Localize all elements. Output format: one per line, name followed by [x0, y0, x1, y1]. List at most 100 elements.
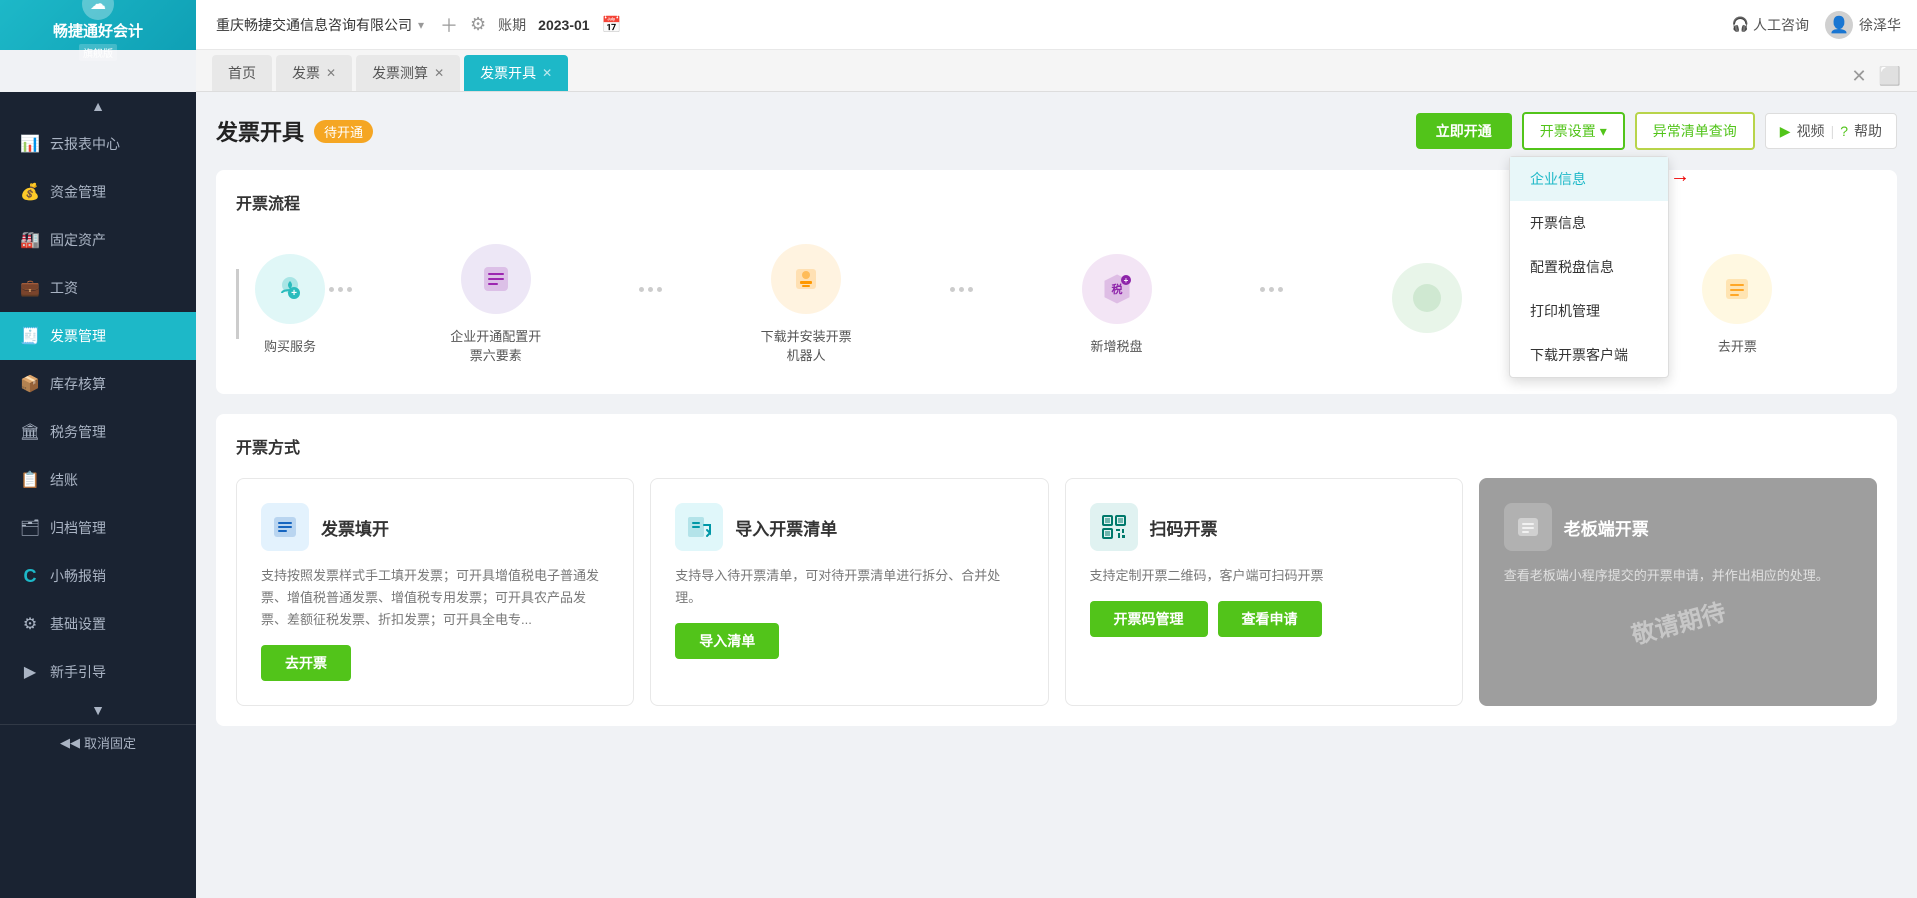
shuiwu-icon: 🏛 — [20, 422, 40, 442]
method-boss-title: 老板端开票 — [1564, 515, 1649, 540]
sidebar-item-jichu[interactable]: ⚙ 基础设置 — [0, 600, 196, 648]
top-bar: ☁ 畅捷通好会计 旗舰版 重庆畅捷交通信息咨询有限公司 ▾ ＋ ⚙ 账期 202… — [0, 0, 1917, 50]
logo-area: ☁ 畅捷通好会计 旗舰版 — [0, 0, 196, 50]
consult-label: 人工咨询 — [1753, 15, 1809, 35]
sidebar-item-jiezhang[interactable]: 📋 结账 — [0, 456, 196, 504]
dropdown-item-kaipiao[interactable]: 开票信息 — [1510, 201, 1668, 245]
method-import-btn[interactable]: 导入清单 — [675, 623, 779, 659]
sidebar-yunbao-label: 云报表中心 — [50, 134, 120, 154]
method-card-fill: 发票填开 支持按照发票样式手工填开发票；可开具增值税电子普通发票、增值税普通发票… — [236, 478, 634, 706]
yunbao-icon: 📊 — [20, 134, 40, 154]
sidebar: ▲ 📊 云报表中心 💰 资金管理 🏭 固定资产 💼 工资 🧾 发票管理 📦 库存… — [0, 92, 196, 898]
step2-label: 企业开通配置开票六要素 — [446, 326, 546, 364]
settings-dropdown: 企业信息 → 开票信息 配置税盘信息 打印机管理 下载开票客户端 — [1509, 156, 1669, 378]
video-help-button[interactable]: ▶ 视频 | ? 帮助 — [1765, 113, 1897, 149]
xinshou-icon: ▶ — [20, 662, 40, 682]
method-import-icon — [675, 503, 723, 551]
sidebar-item-kucun[interactable]: 📦 库存核算 — [0, 360, 196, 408]
sidebar-item-guidang[interactable]: 🗂 归档管理 — [0, 504, 196, 552]
settings-icon[interactable]: ⚙ — [470, 14, 486, 35]
content-area: 发票开具 待开通 立即开通 开票设置 ▾ 异常清单查询 ▶ 视频 | ? 帮助 — [196, 92, 1917, 898]
user-info[interactable]: 👤 徐泽华 — [1825, 11, 1901, 39]
activate-button[interactable]: 立即开通 — [1416, 113, 1512, 149]
sidebar-bottom-label[interactable]: 取消固定 — [84, 733, 136, 752]
dropdown-item-xiazai[interactable]: 下载开票客户端 — [1510, 333, 1668, 377]
method-scan-header: 扫码开票 — [1090, 503, 1438, 551]
step5-icon — [1392, 263, 1462, 333]
tab-fapiao-close[interactable]: ✕ — [326, 66, 336, 80]
waiting-overlay: 敬请期待 — [1504, 601, 1852, 641]
consult-button[interactable]: 🎧 人工咨询 — [1732, 15, 1809, 35]
method-fill-title: 发票填开 — [321, 515, 389, 540]
flow-step-1: + 购买服务 — [255, 254, 325, 355]
settings-button[interactable]: 开票设置 ▾ — [1522, 112, 1625, 150]
method-boss-header: 老板端开票 — [1504, 503, 1852, 551]
jichu-icon: ⚙ — [20, 614, 40, 634]
dropdown-item-qiye[interactable]: 企业信息 → — [1510, 157, 1668, 201]
company-name: 重庆畅捷交通信息咨询有限公司 — [216, 15, 412, 35]
tab-close-icon[interactable]: ✕ — [1851, 66, 1866, 87]
step3-icon — [771, 244, 841, 314]
step-divider — [236, 269, 239, 339]
tab-home[interactable]: 首页 — [212, 55, 272, 91]
method-card-boss: 老板端开票 查看老板端小程序提交的开票申请，并作出相应的处理。 敬请期待 — [1479, 478, 1877, 706]
xiazai-label: 下载开票客户端 — [1530, 347, 1628, 363]
tab-kaiju-label: 发票开具 — [480, 63, 536, 83]
sidebar-item-shuiwu[interactable]: 🏛 税务管理 — [0, 408, 196, 456]
step2-icon — [461, 244, 531, 314]
dropdown-item-dayin[interactable]: 打印机管理 — [1510, 289, 1668, 333]
sidebar-item-xiaochang[interactable]: C 小畅报销 — [0, 552, 196, 600]
sidebar-item-fapiao[interactable]: 🧾 发票管理 — [0, 312, 196, 360]
gudingzichan-icon: 🏭 — [20, 230, 40, 250]
sidebar-item-gudingzichan[interactable]: 🏭 固定资产 — [0, 216, 196, 264]
flow-step-3: 下载并安装开票机器人 — [666, 244, 945, 364]
tab-kaiju-close[interactable]: ✕ — [542, 66, 552, 80]
sidebar-item-gongzi[interactable]: 💼 工资 — [0, 264, 196, 312]
add-icon[interactable]: ＋ — [440, 12, 458, 38]
tab-expand-icon[interactable]: ⬜ — [1879, 66, 1901, 87]
sidebar-fapiao-label: 发票管理 — [50, 326, 106, 346]
dropdown-item-peizhi[interactable]: 配置税盘信息 — [1510, 245, 1668, 289]
app-title: 畅捷通好会计 — [53, 22, 143, 42]
method-fill-icon — [261, 503, 309, 551]
waiting-text: 敬请期待 — [1627, 592, 1729, 651]
tab-home-label: 首页 — [228, 63, 256, 83]
tab-fapiao-kaiju[interactable]: 发票开具 ✕ — [464, 55, 568, 91]
video-label: 视频 — [1797, 121, 1825, 141]
period-value: 2023-01 — [538, 17, 589, 33]
svg-text:+: + — [1123, 276, 1128, 285]
method-import-desc: 支持导入待开票清单，可对待开票清单进行拆分、合并处理。 — [675, 565, 1023, 609]
page-header: 发票开具 待开通 立即开通 开票设置 ▾ 异常清单查询 ▶ 视频 | ? 帮助 — [216, 112, 1897, 150]
sidebar-kucun-label: 库存核算 — [50, 374, 106, 394]
calendar-icon[interactable]: 📅 — [602, 15, 622, 35]
methods-title: 开票方式 — [236, 434, 1877, 458]
settings-chevron-icon: ▾ — [1600, 123, 1607, 140]
tab-fapiao[interactable]: 发票 ✕ — [276, 55, 352, 91]
sidebar-item-xinshou[interactable]: ▶ 新手引导 — [0, 648, 196, 696]
avatar: 👤 — [1825, 11, 1853, 39]
kaipiao-label: 开票信息 — [1530, 215, 1586, 231]
method-scan-title: 扫码开票 — [1150, 515, 1218, 540]
tab-fapiao-cesuan[interactable]: 发票测算 ✕ — [356, 55, 460, 91]
page-title-area: 发票开具 待开通 — [216, 115, 373, 147]
method-scan-apply-btn[interactable]: 查看申请 — [1218, 601, 1322, 637]
company-selector[interactable]: 重庆畅捷交通信息咨询有限公司 ▾ — [216, 15, 424, 35]
tab-cesuan-close[interactable]: ✕ — [434, 66, 444, 80]
sidebar-zijin-label: 资金管理 — [50, 182, 106, 202]
tab-cesuan-label: 发票测算 — [372, 63, 428, 83]
method-grid: 发票填开 支持按照发票样式手工填开发票；可开具增值税电子普通发票、增值税普通发票… — [236, 478, 1877, 706]
peizhi-label: 配置税盘信息 — [1530, 259, 1614, 275]
help-circle-icon: ? — [1840, 123, 1848, 139]
svg-text:税: 税 — [1111, 282, 1122, 296]
pin-icon: ◀◀ — [60, 735, 80, 751]
sidebar-item-yunbao[interactable]: 📊 云报表中心 — [0, 120, 196, 168]
fapiao-icon: 🧾 — [20, 326, 40, 346]
dots-1 — [325, 287, 356, 292]
abnormal-button[interactable]: 异常清单查询 — [1635, 112, 1755, 150]
sidebar-item-zijin[interactable]: 💰 资金管理 — [0, 168, 196, 216]
method-scan-qr-btn[interactable]: 开票码管理 — [1090, 601, 1208, 637]
step4-label: 新增税盘 — [1091, 336, 1143, 355]
method-fill-btn[interactable]: 去开票 — [261, 645, 351, 681]
svg-text:+: + — [291, 288, 297, 299]
method-boss-icon — [1504, 503, 1552, 551]
